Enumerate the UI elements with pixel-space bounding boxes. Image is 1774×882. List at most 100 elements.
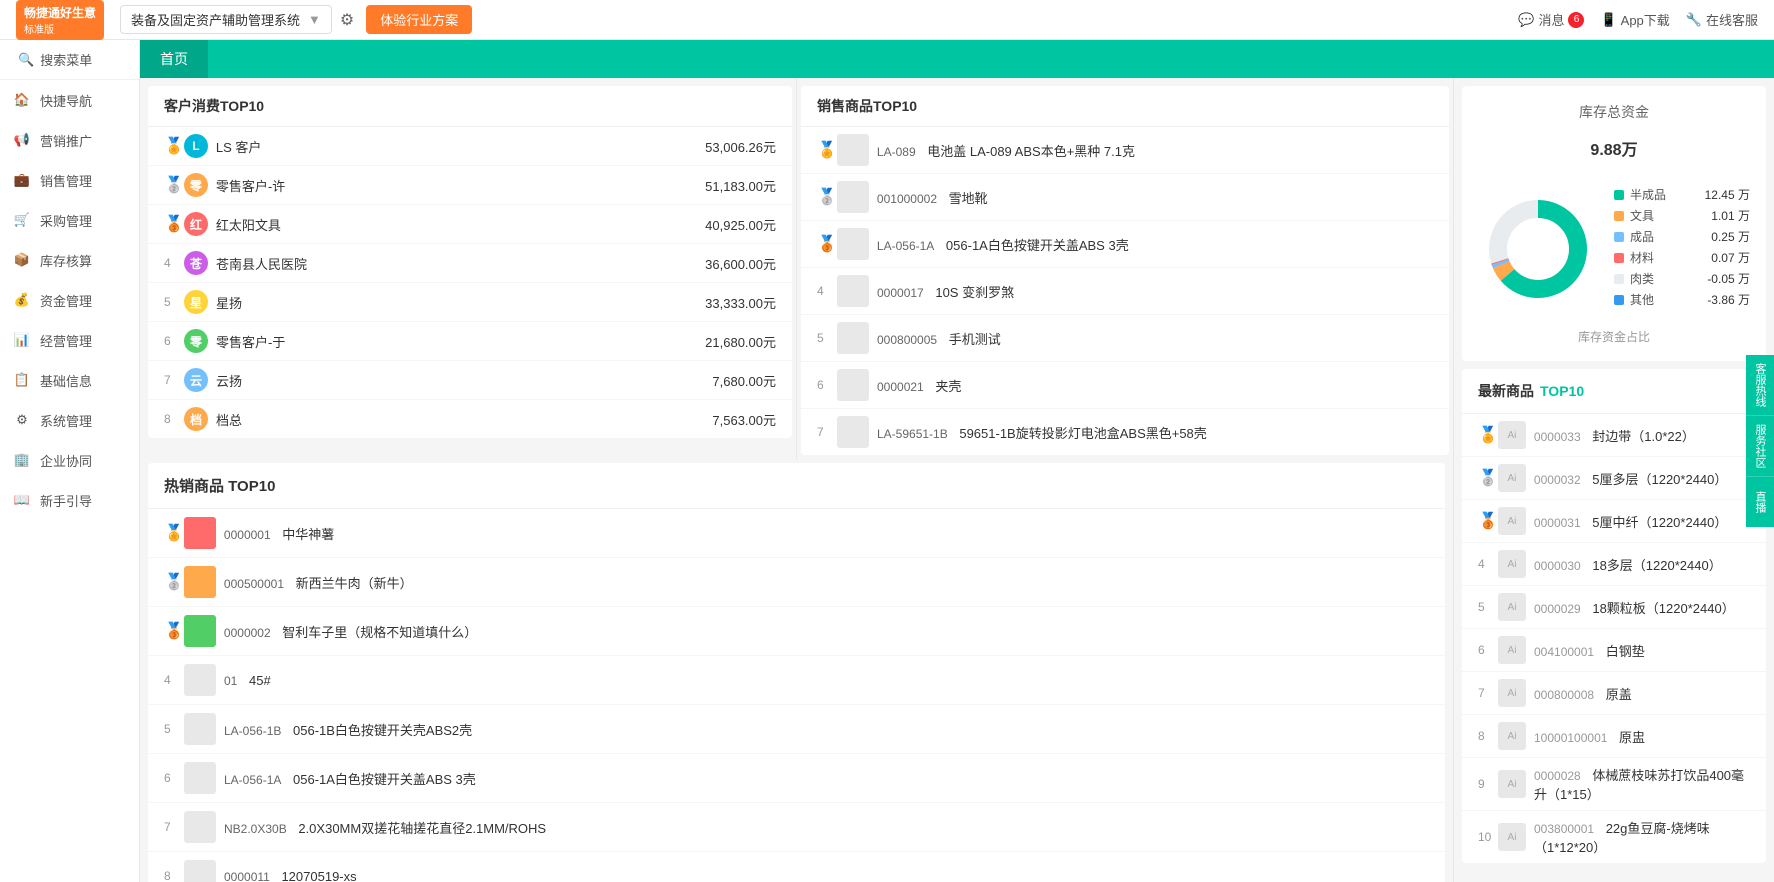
product-name: 056-1A白色按键开关盖ABS 3壳 <box>293 772 476 787</box>
sales-icon: 💼 <box>12 170 32 190</box>
newest-product-info: 000800008 原盖 <box>1534 684 1750 703</box>
newest-product-row: 10 Ai 003800001 22g鱼豆腐-烧烤味（1*12*20） <box>1462 811 1766 863</box>
newest-list: 🏅 Ai 0000033 封边带（1.0*22） 🥈 Ai 0000032 5厘… <box>1462 414 1766 863</box>
newest-product-row: 🥈 Ai 0000032 5厘多层（1220*2440） <box>1462 457 1766 500</box>
message-label: 消息 <box>1538 10 1564 29</box>
quick-nav-icon: 🏠 <box>12 90 32 110</box>
logo-name: 畅捷通好生意 <box>24 4 96 21</box>
hot-products-section: 热销商品 TOP10 🏅 0000001 中华神薯 🥈 000500001 新西… <box>148 463 1445 882</box>
rank-number: 8 <box>1478 729 1498 743</box>
newest-product-info: 0000032 5厘多层（1220*2440） <box>1534 469 1750 488</box>
customer-amount: 7,680.00元 <box>712 371 776 390</box>
legend-label: 其他 <box>1630 291 1701 308</box>
customer-amount: 21,680.00元 <box>705 332 776 351</box>
message-button[interactable]: 💬 消息 6 <box>1518 10 1584 29</box>
right-column: 库存总资金 9.88万 <box>1454 78 1774 882</box>
legend-dot <box>1614 274 1624 284</box>
customer-avatar: 档 <box>184 407 208 431</box>
rank-number: 7 <box>1478 686 1498 700</box>
product-code: LA-056-1B <box>224 724 281 738</box>
sidebar-item-quick-nav[interactable]: 🏠快捷导航 <box>0 80 139 120</box>
customer-amount: 36,600.00元 <box>705 254 776 273</box>
sidebar-item-guide[interactable]: 📖新手引导 <box>0 480 139 520</box>
product-image <box>837 322 869 354</box>
sidebar-item-purchase[interactable]: 🛒采购管理 <box>0 200 139 240</box>
settings-icon[interactable]: ⚙ <box>340 10 354 30</box>
customer-top10-header: 客户消费TOP10 <box>148 86 792 127</box>
hot-product-image <box>184 517 216 549</box>
sidebar-item-operation[interactable]: 📊经营管理 <box>0 320 139 360</box>
system-select[interactable]: 装备及固定资产辅助管理系统 ▼ <box>120 5 332 34</box>
topbar: 畅捷通好生意 标准版 装备及固定资产辅助管理系统 ▼ ⚙ 体验行业方案 💬 消息… <box>0 0 1774 40</box>
newest-product-image: Ai <box>1498 421 1526 449</box>
product-info: 001000002 雪地靴 <box>877 188 1433 207</box>
newest-product-code: 003800001 <box>1534 822 1594 836</box>
content-area: 首页 客户消费TOP10 � <box>140 40 1774 882</box>
newest-product-row: 6 Ai 004100001 白钢垫 <box>1462 629 1766 672</box>
float-btn-直播[interactable]: 直播 <box>1746 477 1774 527</box>
hot-product-image <box>184 566 216 598</box>
newest-product-info: 0000029 18颗粒板（1220*2440） <box>1534 598 1750 617</box>
sidebar-item-base-info[interactable]: 📋基础信息 <box>0 360 139 400</box>
home-tab[interactable]: 首页 <box>140 40 208 78</box>
sidebar-item-finance[interactable]: 💰资金管理 <box>0 280 139 320</box>
newest-product-name: 18多层（1220*2440） <box>1592 558 1721 573</box>
service-icon: 🔧 <box>1686 12 1702 28</box>
rank-number: 10 <box>1478 830 1498 844</box>
rank-number: 6 <box>164 334 184 348</box>
product-code: LA-056-1A <box>224 773 281 787</box>
system-selector-area: 装备及固定资产辅助管理系统 ▼ ⚙ 体验行业方案 <box>120 5 1518 34</box>
rank-number: 4 <box>1478 557 1498 571</box>
customer-row: 5 星 星扬 33,333.00元 <box>148 283 792 322</box>
gold-medal-icon: 🏅 <box>164 523 184 543</box>
product-code: 0000002 <box>224 626 271 640</box>
newest-title: 最新商品 <box>1478 381 1534 401</box>
sidebar-item-marketing[interactable]: 📢营销推广 <box>0 120 139 160</box>
newest-product-name: 白钢垫 <box>1606 644 1645 659</box>
left-column: 客户消费TOP10 🏅 L LS 客户 53,006.26元 🥈 零 零售客户-… <box>140 78 1454 882</box>
rank-number: 5 <box>164 295 184 309</box>
hot-product-row: 4 01 45# <box>148 656 1445 705</box>
customer-avatar: 零 <box>184 173 208 197</box>
sidebar-item-enterprise[interactable]: 🏢企业协同 <box>0 440 139 480</box>
product-info: 0000017 10S 变刹罗煞 <box>877 282 1433 301</box>
customer-row: 🥈 零 零售客户-许 51,183.00元 <box>148 166 792 205</box>
trial-button[interactable]: 体验行业方案 <box>366 5 472 34</box>
legend-value: 1.01 万 <box>1711 207 1750 224</box>
hot-product-row: 🏅 0000001 中华神薯 <box>148 509 1445 558</box>
sidebar-item-inventory[interactable]: 📦库存核算 <box>0 240 139 280</box>
newest-product-image: Ai <box>1498 593 1526 621</box>
product-code: 0000017 <box>877 286 924 300</box>
purchase-icon: 🛒 <box>12 210 32 230</box>
product-code: LA-056-1A <box>877 239 934 253</box>
rank-number: 6 <box>1478 643 1498 657</box>
newest-products-section: 最新商品 TOP10 🏅 Ai 0000033 封边带（1.0*22） 🥈 Ai… <box>1462 369 1766 863</box>
hot-product-info: 01 45# <box>224 673 1429 688</box>
app-download-button[interactable]: 📱 App下载 <box>1600 10 1669 29</box>
rank-number: 5 <box>1478 600 1498 614</box>
newest-product-code: 0000029 <box>1534 602 1581 616</box>
sidebar-search[interactable]: 🔍 搜索菜单 <box>0 40 139 80</box>
product-name: 中华神薯 <box>282 527 334 542</box>
newest-product-image: Ai <box>1498 679 1526 707</box>
customer-name: LS 客户 <box>216 137 705 156</box>
legend-item: 半成品 12.45 万 <box>1614 186 1750 203</box>
product-code: 000500001 <box>224 577 284 591</box>
legend-item: 成品 0.25 万 <box>1614 228 1750 245</box>
float-btn-客服热线[interactable]: 客服热线 <box>1746 355 1774 416</box>
sidebar-item-system[interactable]: ⚙系统管理 <box>0 400 139 440</box>
float-btn-服务社区[interactable]: 服务社区 <box>1746 416 1774 477</box>
legend-item: 材料 0.07 万 <box>1614 249 1750 266</box>
product-info: LA-59651-1B 59651-1B旋转投影灯电池盒ABS黑色+58壳 <box>877 423 1433 442</box>
newest-product-name: 5厘多层（1220*2440） <box>1592 472 1727 487</box>
sidebar-item-sales[interactable]: 💼销售管理 <box>0 160 139 200</box>
donut-svg <box>1478 189 1598 309</box>
legend-label: 半成品 <box>1630 186 1699 203</box>
product-sales-row: 4 0000017 10S 变刹罗煞 <box>801 268 1449 315</box>
customer-name: 零售客户-于 <box>216 332 705 351</box>
online-service-button[interactable]: 🔧 在线客服 <box>1686 10 1758 29</box>
customer-row: 4 苍 苍南县人民医院 36,600.00元 <box>148 244 792 283</box>
rank-number: 7 <box>164 373 184 387</box>
legend-dot <box>1614 232 1624 242</box>
customer-name: 档总 <box>216 410 712 429</box>
